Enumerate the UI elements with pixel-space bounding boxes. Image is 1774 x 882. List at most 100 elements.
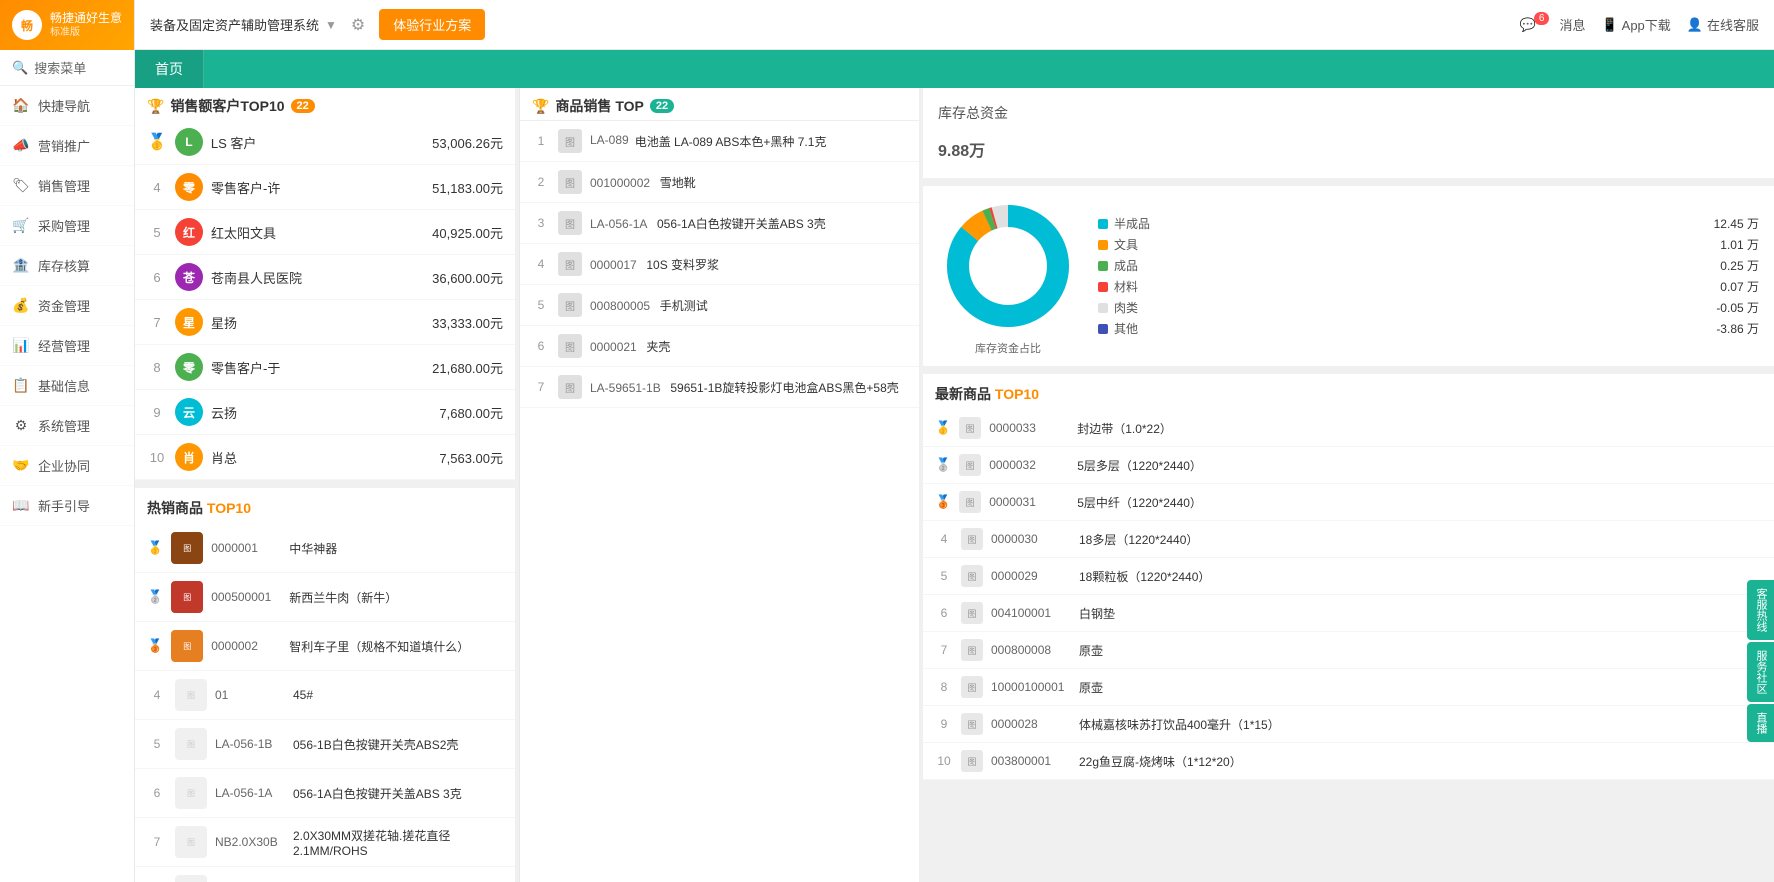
new-product-icon-2: 图: [959, 454, 981, 476]
new-product-7: 7 图 000800008 原壶: [923, 632, 1774, 669]
legend-item-4: 肉类 -0.05 万: [1098, 299, 1759, 316]
sidebar-item-guide[interactable]: 📖 新手引导: [0, 486, 134, 526]
new-product-9: 9 图 0000028 体械嘉核味苏打饮品400毫升（1*15）: [923, 706, 1774, 743]
gold-medal-icon-2: 🥇: [147, 540, 163, 556]
float-buttons: 客服热线 服务社区 直播: [1747, 580, 1774, 742]
settings-icon[interactable]: ⚙: [347, 11, 369, 39]
app-download-btn[interactable]: 📱 App下载: [1601, 15, 1670, 34]
new-bronze-icon: 🥉: [935, 494, 951, 510]
new-gold-icon: 🥇: [935, 420, 951, 436]
basic-icon: 📋: [12, 377, 30, 394]
gold-medal-icon: 🥇: [147, 132, 167, 152]
sidebar-item-inventory[interactable]: 🏦 库存核算: [0, 246, 134, 286]
customer-rank-item-3: 5 红 红太阳文具 40,925.00元: [135, 210, 515, 255]
donut-svg: [938, 196, 1078, 336]
new-product-8: 8 图 10000100001 原壶: [923, 669, 1774, 706]
legend-dot-1: [1098, 240, 1108, 250]
sidebar-item-corp[interactable]: 🤝 企业协同: [0, 446, 134, 486]
right-panel: 库存总资金 9.88万: [923, 88, 1774, 882]
sidebar: 畅 畅捷通好生意 标准版 🔍 搜索菜单 🏠 快捷导航 📣 营销推广 🏷 销售管理…: [0, 0, 135, 882]
sidebar-item-basic[interactable]: 📋 基础信息: [0, 366, 134, 406]
float-service-community[interactable]: 服务社区: [1747, 642, 1774, 702]
hot-product-8: 8 图 0000011 12070519-xs: [135, 867, 515, 882]
sidebar-item-marketing[interactable]: 📣 营销推广: [0, 126, 134, 166]
home-icon: 🏠: [12, 97, 30, 114]
legend-dot-3: [1098, 282, 1108, 292]
new-products-section: 最新商品 TOP10 🥇 图 0000033 封边带（1.0*22） 🥈 图 0…: [923, 374, 1774, 780]
search-icon: 🔍: [12, 60, 28, 76]
new-product-icon-4: 图: [961, 528, 983, 550]
silver-medal-icon: 🥈: [147, 589, 163, 605]
customer-rank-badge: 22: [291, 99, 315, 113]
bronze-medal-icon: 🥉: [147, 638, 163, 654]
float-live[interactable]: 直播: [1747, 704, 1774, 742]
new-product-icon-8: 图: [961, 676, 983, 698]
legend-dot-5: [1098, 324, 1108, 334]
dropdown-arrow-icon[interactable]: ▼: [325, 18, 337, 32]
customer-rank-item-4: 6 苍 苍南县人民医院 36,600.00元: [135, 255, 515, 300]
customer-rank-item-1: 🥇 L LS 客户 53,006.26元: [135, 120, 515, 165]
customer-avatar-8: 肖: [175, 443, 203, 471]
customer-rank-item-2: 4 零 零售客户-许 51,183.00元: [135, 165, 515, 210]
new-product-icon-7: 图: [961, 639, 983, 661]
sidebar-item-quick-nav[interactable]: 🏠 快捷导航: [0, 86, 134, 126]
mid-product-icon-1: 图: [558, 129, 582, 153]
customer-avatar-1: L: [175, 128, 203, 156]
sidebar-item-purchase[interactable]: 🛒 采购管理: [0, 206, 134, 246]
new-product-5: 5 图 0000029 18颗粒板（1220*2440）: [923, 558, 1774, 595]
mid-item-5: 5 图 000800005 手机测试: [520, 285, 919, 326]
online-service-btn[interactable]: 👤 在线客服: [1687, 15, 1759, 34]
chart-label: 库存资金占比: [975, 340, 1041, 356]
message-btn[interactable]: 💬 6 消息: [1520, 15, 1586, 34]
hot-product-1: 🥇 图 0000001 中华神器: [135, 524, 515, 573]
mid-item-3: 3 图 LA-056-1A 056-1A白色按键开关盖ABS 3壳: [520, 203, 919, 244]
hot-product-4: 4 图 01 45#: [135, 671, 515, 720]
sales-icon: 🏷: [12, 177, 30, 194]
product-img-1: 图: [171, 532, 203, 564]
mid-header: 🏆 商品销售 TOP 22: [520, 88, 919, 121]
mid-badge: 22: [650, 99, 674, 113]
tab-home[interactable]: 首页: [135, 50, 204, 88]
main-area: 装备及固定资产辅助管理系统 ▼ ⚙ 体验行业方案 💬 6 消息 📱 App下载 …: [135, 0, 1774, 882]
new-product-icon-6: 图: [961, 602, 983, 624]
product-img-6: 图: [175, 777, 207, 809]
inventory-icon: 🏦: [12, 257, 30, 274]
trial-btn[interactable]: 体验行业方案: [379, 9, 485, 40]
legend-dot-0: [1098, 219, 1108, 229]
product-img-8: 图: [175, 875, 207, 882]
product-img-7: 图: [175, 826, 207, 858]
mid-item-1: 1 图 LA-089 电池盖 LA-089 ABS本色+黑种 7.1克: [520, 121, 919, 162]
float-service-hotline[interactable]: 客服热线: [1747, 580, 1774, 640]
sidebar-item-finance[interactable]: 💰 资金管理: [0, 286, 134, 326]
mid-product-icon-5: 图: [558, 293, 582, 317]
inventory-legend: 半成品 12.45 万 文具 1.01 万 成品 0.25 万: [1098, 196, 1759, 356]
mid-product-icon-2: 图: [558, 170, 582, 194]
product-img-5: 图: [175, 728, 207, 760]
new-product-2: 🥈 图 0000032 5层多层（1220*2440）: [923, 447, 1774, 484]
new-product-icon-1: 图: [959, 417, 981, 439]
sidebar-item-sales[interactable]: 🏷 销售管理: [0, 166, 134, 206]
mid-product-icon-6: 图: [558, 334, 582, 358]
sidebar-item-system[interactable]: ⚙ 系统管理: [0, 406, 134, 446]
donut-chart: [938, 196, 1078, 336]
product-img-3: 图: [171, 630, 203, 662]
sidebar-search[interactable]: 🔍 搜索菜单: [0, 50, 134, 86]
sidebar-item-operation[interactable]: 📊 经营管理: [0, 326, 134, 366]
mid-product-list: 1 图 LA-089 电池盖 LA-089 ABS本色+黑种 7.1克 2 图 …: [520, 121, 919, 408]
customer-rank-header: 🏆 销售额客户TOP10 22: [135, 88, 515, 120]
hot-product-2: 🥈 图 000500001 新西兰牛肉（新牛）: [135, 573, 515, 622]
mid-product-icon-4: 图: [558, 252, 582, 276]
phone-icon: 📱: [1601, 17, 1617, 33]
topbar-right: 💬 6 消息 📱 App下载 👤 在线客服: [1520, 15, 1759, 34]
new-products-title: 最新商品 TOP10: [923, 374, 1774, 410]
sidebar-header: 畅 畅捷通好生意 标准版: [0, 0, 134, 50]
purchase-icon: 🛒: [12, 217, 30, 234]
legend-dot-2: [1098, 261, 1108, 271]
legend-item-3: 材料 0.07 万: [1098, 278, 1759, 295]
legend-item-5: 其他 -3.86 万: [1098, 320, 1759, 337]
mid-panel: 🏆 商品销售 TOP 22 1 图 LA-089 电池盖 LA-089 ABS本…: [519, 88, 919, 882]
topbar: 装备及固定资产辅助管理系统 ▼ ⚙ 体验行业方案 💬 6 消息 📱 App下载 …: [135, 0, 1774, 50]
customer-avatar-7: 云: [175, 398, 203, 426]
left-panel: 🏆 销售额客户TOP10 22 🥇 L LS 客户 53,006.26元 4 零…: [135, 88, 515, 882]
customer-avatar-3: 红: [175, 218, 203, 246]
